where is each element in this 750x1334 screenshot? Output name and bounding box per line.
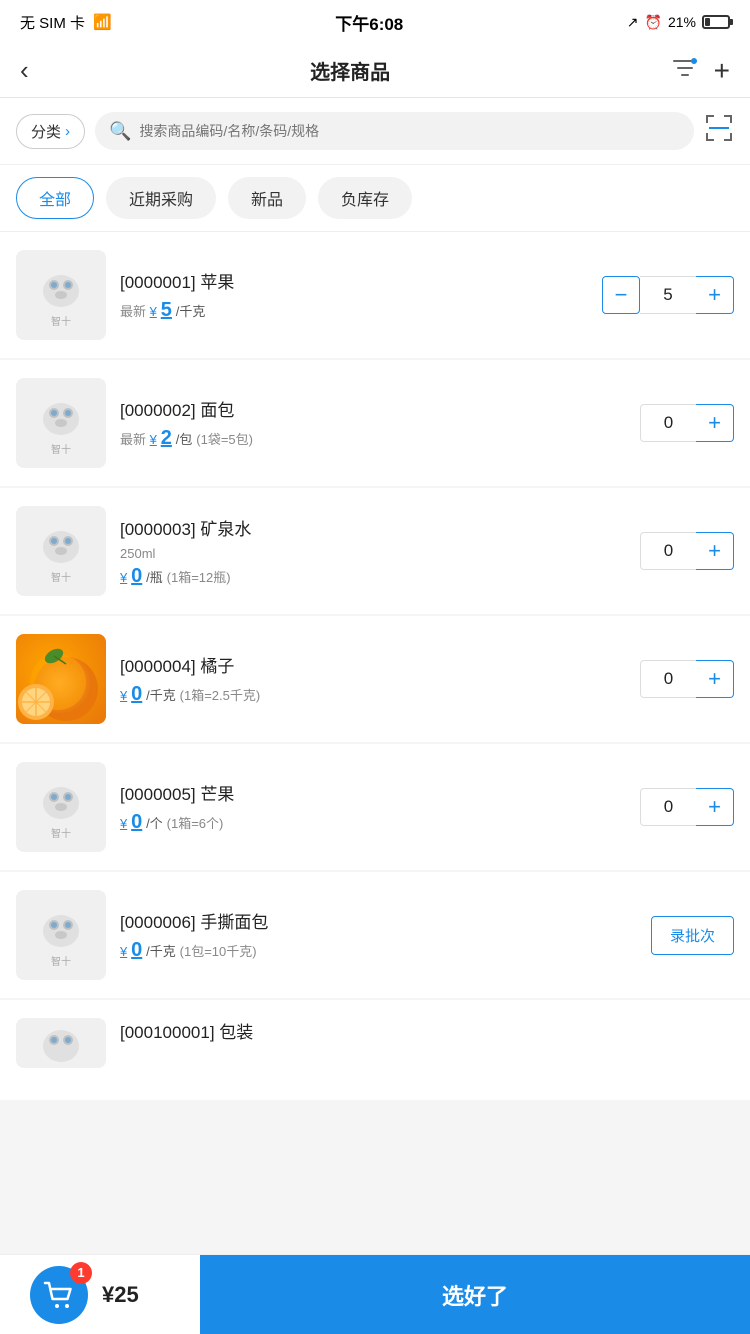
- product-info-0000001: [0000001] 苹果 最新 ¥ 5 /千克: [120, 268, 592, 322]
- quantity-increase-button[interactable]: +: [696, 788, 734, 826]
- quantity-input[interactable]: [640, 660, 696, 698]
- cart-area: 1 ¥25: [0, 1266, 200, 1324]
- category-label: 分类: [31, 121, 61, 142]
- quantity-input[interactable]: [640, 788, 696, 826]
- product-info-0000004: [0000004] 橘子 ¥ 0 /千克 (1箱=2.5千克): [120, 652, 630, 706]
- product-image-0000003: 智十: [16, 506, 106, 596]
- list-item: 智十 [0000002] 面包 最新 ¥ 2 /包 (1袋=5包) +: [0, 360, 750, 486]
- status-left: 无 SIM 卡 📶: [20, 12, 112, 33]
- product-price: ¥ 0 /瓶 (1箱=12瓶): [120, 565, 630, 588]
- list-item: 智十 [0000005] 芒果 ¥ 0 /个 (1箱=6个) +: [0, 744, 750, 870]
- list-item: [000100001] 包装: [0, 1000, 750, 1100]
- location-icon: ↗: [627, 14, 639, 31]
- tab-new[interactable]: 新品: [228, 177, 306, 219]
- quantity-increase-button[interactable]: +: [696, 404, 734, 442]
- product-price: ¥ 0 /千克 (1箱=2.5千克): [120, 683, 630, 706]
- product-info-000100001: [000100001] 包装: [120, 1018, 734, 1049]
- confirm-button[interactable]: 选好了: [200, 1255, 750, 1334]
- product-image-0000002: 智十: [16, 378, 106, 468]
- list-item: 智十 [0000006] 手撕面包 ¥ 0 /千克 (1包=10千克) 录批次: [0, 872, 750, 998]
- product-name: [000100001] 包装: [120, 1018, 734, 1043]
- quantity-input[interactable]: [640, 404, 696, 442]
- alarm-icon: ⏰: [645, 14, 662, 31]
- tab-negative[interactable]: 负库存: [318, 177, 412, 219]
- cart-total: ¥25: [102, 1282, 139, 1308]
- quantity-control-0000003: +: [640, 532, 734, 570]
- status-bar: 无 SIM 卡 📶 下午6:08 ↗ ⏰ 21%: [0, 0, 750, 44]
- product-image-0000001: 智十: [16, 250, 106, 340]
- product-info-0000003: [0000003] 矿泉水 250ml ¥ 0 /瓶 (1箱=12瓶): [120, 515, 630, 588]
- list-item: 智十 [0000001] 苹果 最新 ¥ 5 /千克 − +: [0, 232, 750, 358]
- add-icon[interactable]: +: [714, 55, 730, 87]
- product-name: [0000003] 矿泉水: [120, 515, 630, 540]
- quantity-input[interactable]: [640, 276, 696, 314]
- cart-button[interactable]: 1: [30, 1266, 88, 1324]
- bottom-bar: 1 ¥25 选好了: [0, 1254, 750, 1334]
- back-button[interactable]: ‹: [20, 55, 29, 86]
- battery-text: 21%: [668, 14, 696, 30]
- nav-bar: ‹ 选择商品 +: [0, 44, 750, 98]
- product-price: ¥ 0 /个 (1箱=6个): [120, 811, 630, 834]
- tab-recent[interactable]: 近期采购: [106, 177, 216, 219]
- tab-all[interactable]: 全部: [16, 177, 94, 219]
- quantity-control-0000004: +: [640, 660, 734, 698]
- product-name: [0000002] 面包: [120, 396, 630, 421]
- search-icon: 🔍: [109, 121, 131, 142]
- quantity-control-0000005: +: [640, 788, 734, 826]
- product-name: [0000005] 芒果: [120, 780, 630, 805]
- search-input[interactable]: [139, 123, 680, 139]
- product-info-0000006: [0000006] 手撕面包 ¥ 0 /千克 (1包=10千克): [120, 908, 651, 962]
- nav-left: ‹: [20, 55, 29, 86]
- carrier-text: 无 SIM 卡: [20, 12, 85, 33]
- product-info-0000002: [0000002] 面包 最新 ¥ 2 /包 (1袋=5包): [120, 396, 630, 450]
- product-image-0000004: [16, 634, 106, 724]
- list-item: [0000004] 橘子 ¥ 0 /千克 (1箱=2.5千克) +: [0, 616, 750, 742]
- status-right: ↗ ⏰ 21%: [627, 14, 730, 31]
- battery-icon: [702, 15, 730, 29]
- batch-button[interactable]: 录批次: [651, 916, 734, 955]
- status-time: 下午6:08: [335, 10, 403, 35]
- quantity-control-0000001: − +: [602, 276, 734, 314]
- product-price: 最新 ¥ 2 /包 (1袋=5包): [120, 427, 630, 450]
- wifi-icon: 📶: [93, 13, 112, 31]
- scan-icon[interactable]: [704, 113, 734, 150]
- search-box: 🔍: [95, 112, 694, 150]
- filter-bar: 分类 › 🔍: [0, 98, 750, 165]
- tabs-bar: 全部 近期采购 新品 负库存: [0, 165, 750, 232]
- quantity-increase-button[interactable]: +: [696, 276, 734, 314]
- quantity-control-0000002: +: [640, 404, 734, 442]
- cart-badge: 1: [70, 1262, 92, 1284]
- product-info-0000005: [0000005] 芒果 ¥ 0 /个 (1箱=6个): [120, 780, 630, 834]
- category-arrow-icon: ›: [65, 123, 70, 140]
- product-name: [0000004] 橘子: [120, 652, 630, 677]
- product-name: [0000006] 手撕面包: [120, 908, 651, 933]
- filter-icon[interactable]: [672, 57, 698, 85]
- product-price: 最新 ¥ 5 /千克: [120, 299, 592, 322]
- product-image-000100001: [16, 1018, 106, 1068]
- product-list: 智十 [0000001] 苹果 最新 ¥ 5 /千克 − +: [0, 232, 750, 1182]
- page-title: 选择商品: [310, 56, 390, 85]
- product-spec: 250ml: [120, 546, 630, 561]
- quantity-decrease-button[interactable]: −: [602, 276, 640, 314]
- list-item: 智十 [0000003] 矿泉水 250ml ¥ 0 /瓶 (1箱=12瓶) +: [0, 488, 750, 614]
- quantity-increase-button[interactable]: +: [696, 660, 734, 698]
- product-image-0000005: 智十: [16, 762, 106, 852]
- quantity-increase-button[interactable]: +: [696, 532, 734, 570]
- category-button[interactable]: 分类 ›: [16, 114, 85, 149]
- quantity-input[interactable]: [640, 532, 696, 570]
- product-image-0000006: 智十: [16, 890, 106, 980]
- product-price: ¥ 0 /千克 (1包=10千克): [120, 939, 651, 962]
- nav-right: +: [672, 55, 730, 87]
- product-name: [0000001] 苹果: [120, 268, 592, 293]
